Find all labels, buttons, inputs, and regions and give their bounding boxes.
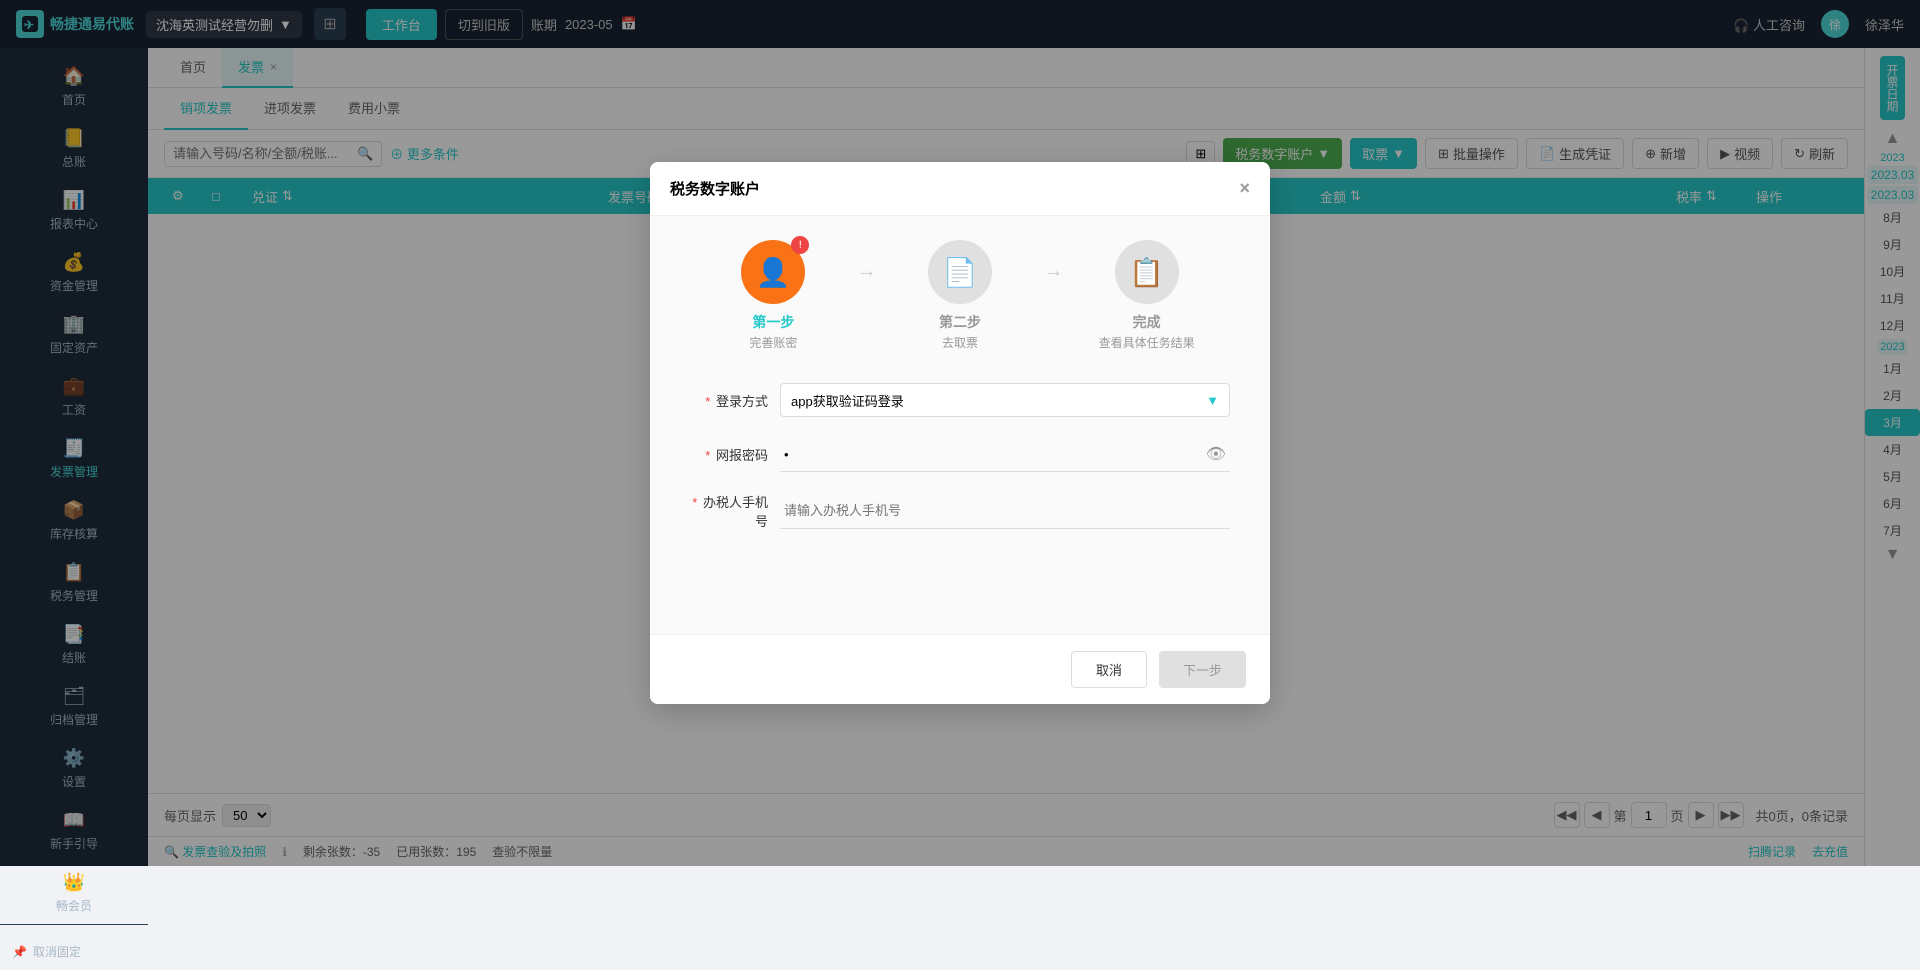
step2-icon: 📄	[928, 240, 992, 304]
select-chevron-icon: ▼	[1206, 393, 1219, 408]
password-input-wrap: 👁	[780, 437, 1230, 472]
step2-title: 第二步	[939, 312, 981, 332]
step3-desc: 查看具体任务结果	[1099, 334, 1195, 351]
sidebar-bottom: 📌 取消固定	[0, 924, 148, 970]
phone-input-wrap	[780, 494, 1230, 529]
pin-icon: 📌	[12, 945, 27, 959]
phone-input[interactable]	[780, 494, 1230, 528]
pin-sidebar-button[interactable]: 📌 取消固定	[0, 933, 148, 970]
modal-footer: 取消 下一步	[650, 634, 1270, 704]
modal-header: 税务数字账户 ×	[650, 162, 1270, 216]
step1-icon: 👤 !	[741, 240, 805, 304]
sidebar-item-member[interactable]: 👑 畅会员	[0, 862, 148, 924]
sidebar-label-member: 畅会员	[56, 897, 92, 914]
modal-form: 登录方式 app获取验证码登录 ▼ 网报密码 👁	[690, 383, 1230, 530]
modal-close-button[interactable]: ×	[1239, 178, 1250, 199]
password-toggle-icon[interactable]: 👁	[1206, 444, 1226, 464]
pin-label: 取消固定	[33, 943, 81, 960]
login-method-row: 登录方式 app获取验证码登录 ▼	[690, 383, 1230, 417]
password-label: 网报密码	[690, 445, 780, 464]
login-method-select[interactable]: app获取验证码登录 ▼	[780, 383, 1230, 417]
step-arrow-1: →	[857, 260, 877, 283]
steps-container: 👤 ! 第一步 完善账密 → 📄 第二步 去取票 →	[690, 240, 1230, 351]
modal-title: 税务数字账户	[670, 178, 760, 199]
member-icon: 👑	[63, 872, 85, 893]
password-row: 网报密码 👁	[690, 437, 1230, 472]
modal-spacer	[690, 550, 1230, 610]
login-method-label: 登录方式	[690, 391, 780, 410]
password-input[interactable]	[780, 437, 1230, 471]
step2-desc: 去取票	[942, 334, 978, 351]
step-2: 📄 第二步 去取票	[877, 240, 1044, 351]
step-arrow-2: →	[1043, 260, 1063, 283]
next-step-button[interactable]: 下一步	[1159, 651, 1246, 688]
cancel-button[interactable]: 取消	[1071, 651, 1147, 688]
step-1: 👤 ! 第一步 完善账密	[690, 240, 857, 351]
step1-desc: 完善账密	[749, 334, 797, 351]
step-3: 📋 完成 查看具体任务结果	[1063, 240, 1230, 351]
step1-badge: !	[791, 236, 809, 254]
tax-account-modal: 税务数字账户 × 👤 ! 第一步 完善账密 →	[650, 162, 1270, 704]
phone-row: 办税人手机号	[690, 492, 1230, 530]
step3-icon: 📋	[1115, 240, 1179, 304]
phone-label: 办税人手机号	[690, 492, 780, 530]
modal-overlay: 税务数字账户 × 👤 ! 第一步 完善账密 →	[0, 0, 1920, 866]
step3-title: 完成	[1133, 312, 1161, 332]
modal-body: 👤 ! 第一步 完善账密 → 📄 第二步 去取票 →	[650, 216, 1270, 634]
step1-title: 第一步	[752, 312, 794, 332]
